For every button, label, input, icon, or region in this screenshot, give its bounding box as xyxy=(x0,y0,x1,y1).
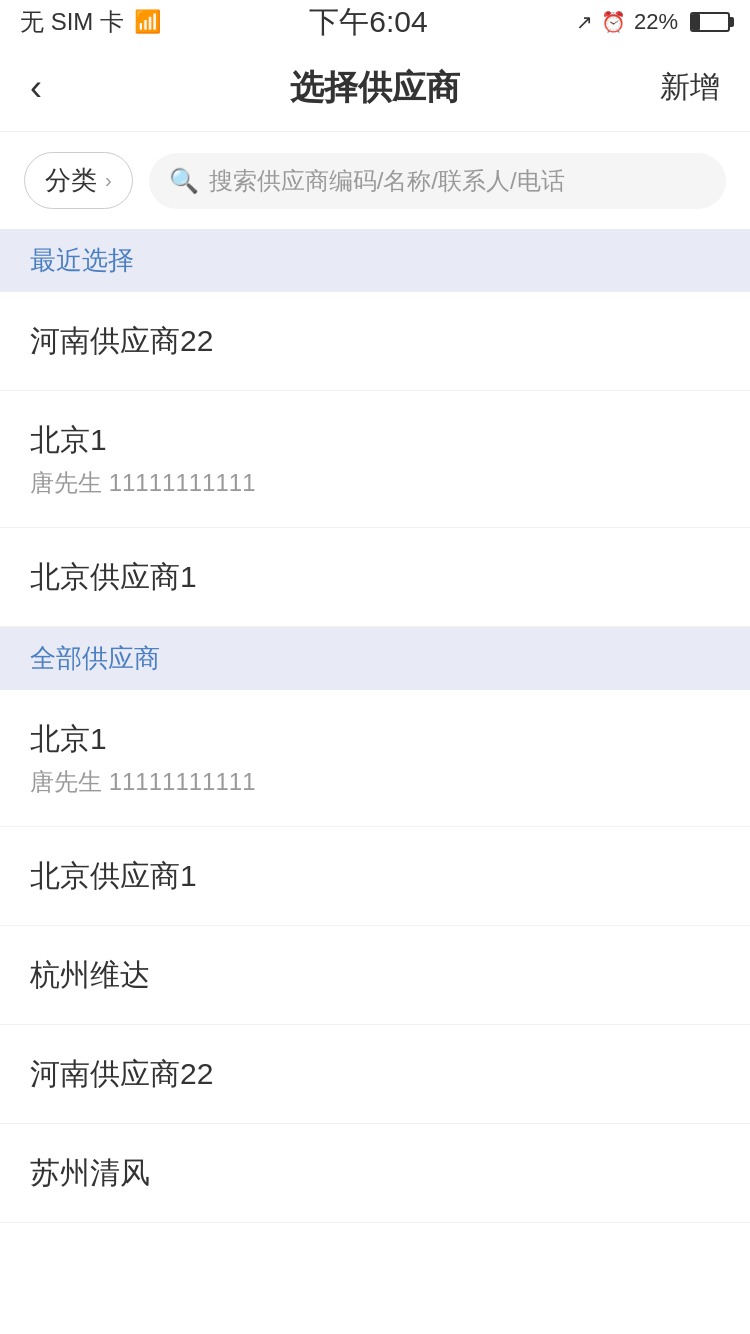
status-left: 无 SIM 卡 📶 xyxy=(20,6,161,38)
item-contact: 唐先生 11111111111 xyxy=(30,467,720,499)
battery-percent: 22% xyxy=(634,9,678,35)
item-name: 北京供应商1 xyxy=(30,855,720,897)
item-name: 河南供应商22 xyxy=(30,1053,720,1095)
list-item[interactable]: 苏州清风 xyxy=(0,1124,750,1223)
location-icon: ↗ xyxy=(576,10,593,34)
item-name: 河南供应商22 xyxy=(30,320,720,362)
search-box[interactable]: 🔍 搜索供应商编码/名称/联系人/电话 xyxy=(149,153,726,209)
chevron-icon: › xyxy=(105,169,112,192)
list-item[interactable]: 杭州维达 xyxy=(0,926,750,1025)
add-button[interactable]: 新增 xyxy=(640,67,720,108)
list-item[interactable]: 北京供应商1 xyxy=(0,827,750,926)
battery-icon xyxy=(690,12,730,32)
category-filter[interactable]: 分类 › xyxy=(24,152,133,209)
item-name: 苏州清风 xyxy=(30,1152,720,1194)
item-name: 北京供应商1 xyxy=(30,556,720,598)
search-placeholder: 搜索供应商编码/名称/联系人/电话 xyxy=(209,165,565,197)
sim-text: 无 SIM 卡 xyxy=(20,6,124,38)
supplier-list: 最近选择河南供应商22 北京1 唐先生 11111111111 北京供应商1 全部供应商… xyxy=(0,229,750,1223)
category-label: 分类 xyxy=(45,163,97,198)
item-name: 杭州维达 xyxy=(30,954,720,996)
wifi-icon: 📶 xyxy=(134,9,161,35)
page-title: 选择供应商 xyxy=(110,65,640,111)
list-item[interactable]: 北京供应商1 xyxy=(0,528,750,627)
status-time: 下午6:04 xyxy=(309,2,427,43)
list-item[interactable]: 北京1 唐先生 11111111111 xyxy=(0,690,750,827)
item-name: 北京1 xyxy=(30,419,720,461)
filter-bar: 分类 › 🔍 搜索供应商编码/名称/联系人/电话 xyxy=(0,132,750,229)
back-button[interactable]: ‹ xyxy=(30,67,110,109)
list-item[interactable]: 河南供应商22 xyxy=(0,292,750,391)
search-icon: 🔍 xyxy=(169,167,199,195)
list-item[interactable]: 河南供应商22 xyxy=(0,1025,750,1124)
list-item[interactable]: 北京1 唐先生 11111111111 xyxy=(0,391,750,528)
status-bar: 无 SIM 卡 📶 下午6:04 ↗ ⏰ 22% xyxy=(0,0,750,44)
section-header-all: 全部供应商 xyxy=(0,627,750,690)
alarm-icon: ⏰ xyxy=(601,10,626,34)
item-contact: 唐先生 11111111111 xyxy=(30,766,720,798)
status-right: ↗ ⏰ 22% xyxy=(576,9,730,35)
item-name: 北京1 xyxy=(30,718,720,760)
section-header-recent: 最近选择 xyxy=(0,229,750,292)
nav-bar: ‹ 选择供应商 新增 xyxy=(0,44,750,132)
